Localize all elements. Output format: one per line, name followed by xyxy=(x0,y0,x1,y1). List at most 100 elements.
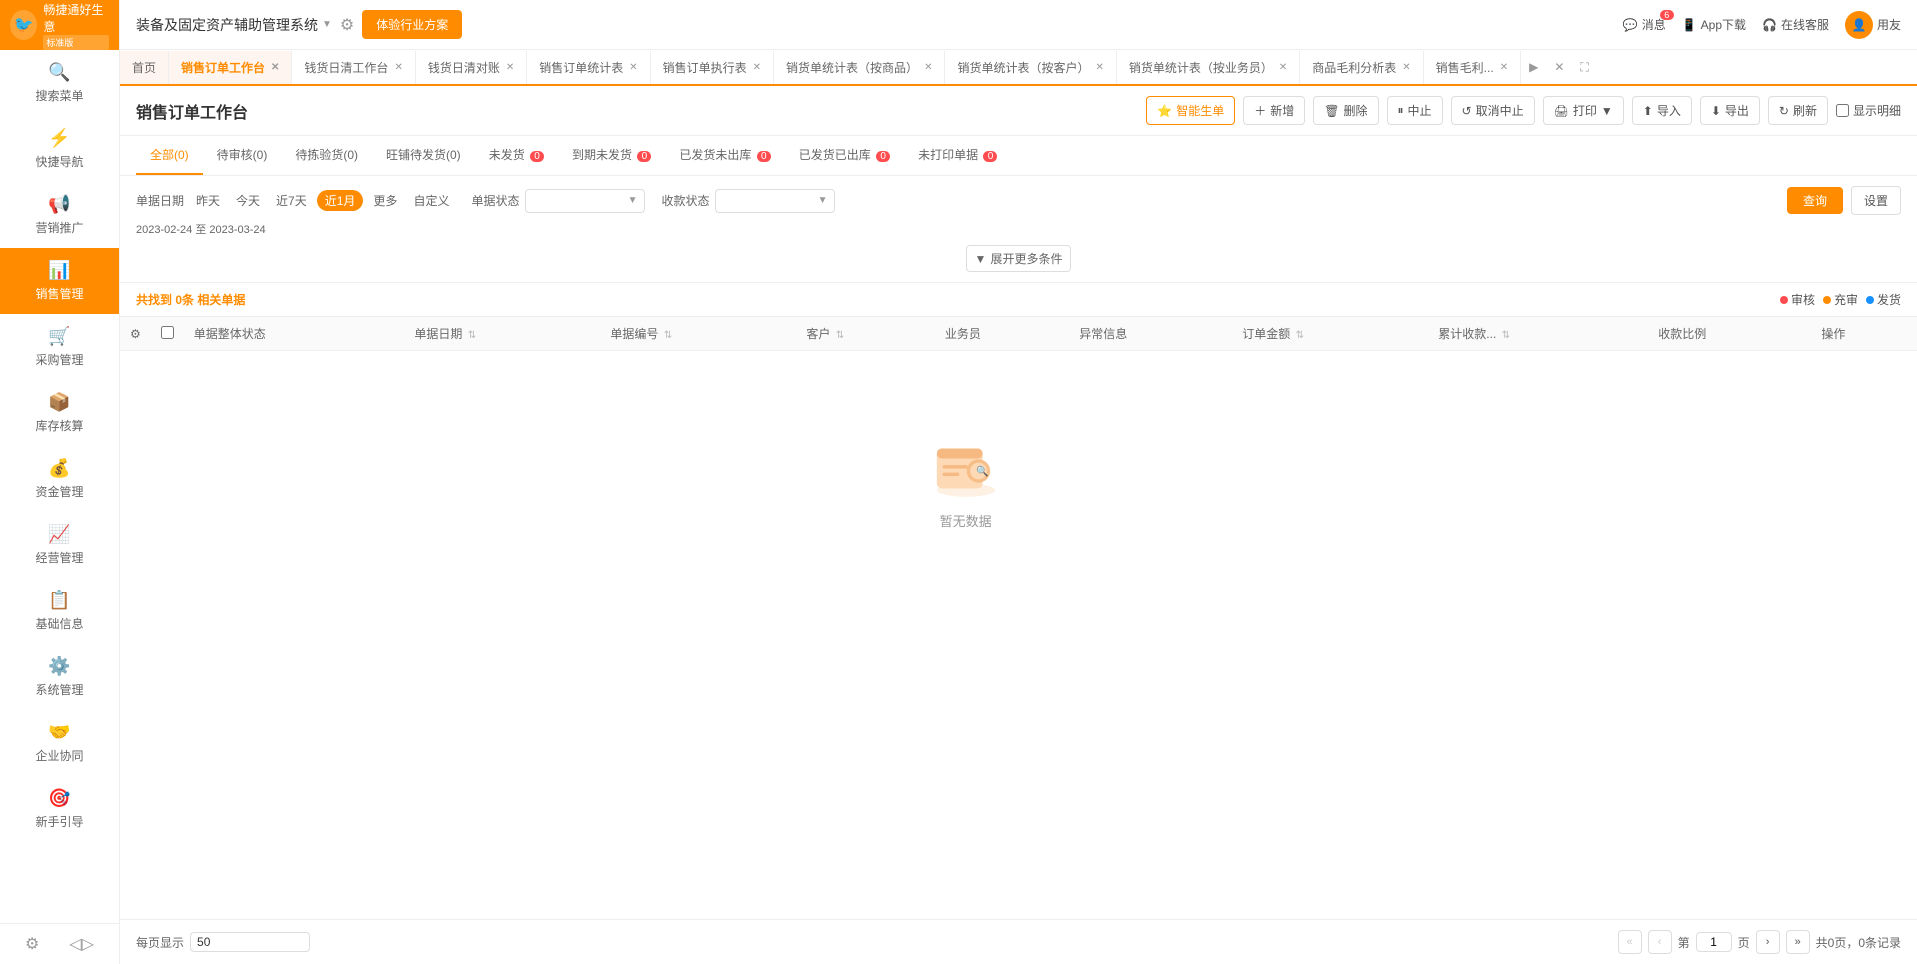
sub-tab-not-shipped[interactable]: 未发货 0 xyxy=(475,136,558,175)
delete-button[interactable]: 🗑 删除 xyxy=(1313,96,1378,125)
sidebar-item-quick-nav[interactable]: ⚡ 快捷导航 xyxy=(0,116,119,182)
expand-filter-wrap: ▼ 展开更多条件 xyxy=(136,245,1901,272)
sidebar-item-system[interactable]: ⚙️ 系统管理 xyxy=(0,644,119,710)
date-opt-today[interactable]: 今天 xyxy=(230,190,266,211)
message-btn[interactable]: 💬 消息 6 xyxy=(1623,16,1666,33)
close-tab-icon[interactable]: ✕ xyxy=(1095,62,1103,73)
solution-button[interactable]: 体验行业方案 xyxy=(362,10,462,39)
expand-btn-label: 展开更多条件 xyxy=(990,250,1062,267)
unreviewed-action-btn[interactable]: 充审 xyxy=(1823,291,1858,308)
tab-sales-summary-staff[interactable]: 销货单统计表（按业务员） ✕ xyxy=(1117,51,1300,84)
settings-footer-btn[interactable]: ⚙ xyxy=(25,934,39,954)
review-action-btn[interactable]: 审核 xyxy=(1780,291,1815,308)
online-service-btn[interactable]: 🎧 在线客服 xyxy=(1762,16,1829,33)
export-button[interactable]: ⬇ 导出 xyxy=(1700,96,1760,125)
add-button[interactable]: ＋ 新增 xyxy=(1243,96,1305,125)
close-tab-icon[interactable]: ✕ xyxy=(924,62,932,73)
close-tab-icon[interactable]: ✕ xyxy=(629,62,637,73)
user-btn[interactable]: 👤 用友 xyxy=(1845,11,1901,39)
sidebar-item-guide[interactable]: 🎯 新手引导 xyxy=(0,776,119,842)
sub-tab-wangpu[interactable]: 旺铺待发货(0) xyxy=(372,136,475,175)
cancel-stop-button[interactable]: ↺ 取消中止 xyxy=(1451,96,1535,125)
sidebar-item-enterprise[interactable]: 🤝 企业协同 xyxy=(0,710,119,776)
date-opt-1month[interactable]: 近1月 xyxy=(317,190,364,211)
tab-more-button[interactable]: ▶ xyxy=(1521,52,1546,82)
import-button[interactable]: ⬆ 导入 xyxy=(1632,96,1692,125)
smart-create-button[interactable]: ⭐ 智能生单 xyxy=(1146,96,1235,125)
date-opt-7days[interactable]: 近7天 xyxy=(270,190,313,211)
sidebar-item-label: 销售管理 xyxy=(35,285,83,302)
sub-tab-overdue[interactable]: 到期未发货 0 xyxy=(558,136,665,175)
sub-tab-pending-inspect[interactable]: 待拣验货(0) xyxy=(281,136,372,175)
tab-cash-reconcile[interactable]: 钱货日清对账 ✕ xyxy=(416,51,527,84)
sidebar-item-operation[interactable]: 📈 经营管理 xyxy=(0,512,119,578)
date-opt-custom[interactable]: 自定义 xyxy=(407,190,455,211)
close-tab-icon[interactable]: ✕ xyxy=(394,62,402,73)
app-download-btn[interactable]: 📱 App下载 xyxy=(1682,16,1746,33)
tab-cash-daily[interactable]: 钱货日清工作台 ✕ xyxy=(292,51,415,84)
sub-tab-shipped-out[interactable]: 已发货已出库 0 xyxy=(785,136,904,175)
date-opt-more[interactable]: 更多 xyxy=(367,190,403,211)
sidebar-item-sales[interactable]: 📊 销售管理 xyxy=(0,248,119,314)
next-page-button[interactable]: › xyxy=(1756,930,1780,954)
date-opt-yesterday[interactable]: 昨天 xyxy=(190,190,226,211)
finance-icon: 💰 xyxy=(48,458,70,479)
show-detail-input[interactable] xyxy=(1836,104,1849,117)
col-abnormal: 异常信息 xyxy=(1069,317,1232,351)
close-tab-icon[interactable]: ✕ xyxy=(506,62,514,73)
col-date[interactable]: 单据日期 ⇅ xyxy=(404,317,600,351)
expand-filter-button[interactable]: ▼ 展开更多条件 xyxy=(966,245,1072,272)
tab-sales-workbench[interactable]: 销售订单工作台 ✕ xyxy=(169,51,292,84)
refresh-button[interactable]: ↻ 刷新 xyxy=(1768,96,1828,125)
tab-home[interactable]: 首页 xyxy=(120,51,169,84)
sidebar-item-search[interactable]: 🔍 搜索菜单 xyxy=(0,50,119,116)
close-tab-icon[interactable]: ✕ xyxy=(753,62,761,73)
sidebar-item-purchase[interactable]: 🛒 采购管理 xyxy=(0,314,119,380)
sidebar-item-finance[interactable]: 💰 资金管理 xyxy=(0,446,119,512)
col-customer[interactable]: 客户 ⇅ xyxy=(796,317,934,351)
system-title-dropdown[interactable]: 装备及固定资产辅助管理系统 ▼ xyxy=(136,15,332,35)
sub-tab-shipped-not-out[interactable]: 已发货未出库 0 xyxy=(665,136,784,175)
status-select[interactable] xyxy=(525,189,645,213)
empty-illustration: 🔍 xyxy=(916,411,1016,511)
close-tab-icon[interactable]: ✕ xyxy=(1402,62,1410,73)
tab-sales-stat[interactable]: 销售订单统计表 ✕ xyxy=(527,51,650,84)
sub-tab-label: 已发货已出库 xyxy=(799,148,871,162)
ship-action-btn[interactable]: 发货 xyxy=(1866,291,1901,308)
stop-button[interactable]: ⏸ 中止 xyxy=(1387,96,1443,125)
close-tab-icon[interactable]: ✕ xyxy=(1279,62,1287,73)
sidebar-item-inventory[interactable]: 📦 库存核算 xyxy=(0,380,119,446)
tab-close-all-button[interactable]: ✕ xyxy=(1546,52,1572,82)
per-page-select[interactable]: 50 10 20 100 xyxy=(190,932,310,952)
collapse-btn[interactable]: ◁▷ xyxy=(69,934,94,954)
close-tab-icon[interactable]: ✕ xyxy=(1500,62,1508,73)
per-page-label: 每页显示 xyxy=(136,934,184,951)
filter-settings-button[interactable]: 设置 xyxy=(1851,186,1901,215)
last-page-button[interactable]: » xyxy=(1786,930,1810,954)
tab-sales-summary-customer[interactable]: 销货单统计表（按客户） ✕ xyxy=(945,51,1116,84)
prev-page-button[interactable]: ‹ xyxy=(1648,930,1672,954)
col-number[interactable]: 单据编号 ⇅ xyxy=(600,317,796,351)
tab-sales-summary-product[interactable]: 销货单统计表（按商品） ✕ xyxy=(774,51,945,84)
sub-tab-pending-review[interactable]: 待审核(0) xyxy=(203,136,282,175)
tab-sales-more[interactable]: 销售毛利... ✕ xyxy=(1424,51,1521,84)
sidebar-item-marketing[interactable]: 📢 营销推广 xyxy=(0,182,119,248)
sub-tab-all[interactable]: 全部(0) xyxy=(136,136,203,175)
sidebar-item-basic-info[interactable]: 📋 基础信息 xyxy=(0,578,119,644)
payment-select[interactable] xyxy=(715,189,835,213)
select-all-checkbox[interactable] xyxy=(161,326,174,339)
tab-sales-exec[interactable]: 销售订单执行表 ✕ xyxy=(651,51,774,84)
col-amount[interactable]: 订单金额 ⇅ xyxy=(1232,317,1428,351)
tab-expand-button[interactable]: ⛶ xyxy=(1572,52,1596,83)
sub-tab-not-printed[interactable]: 未打印单据 0 xyxy=(904,136,1011,175)
print-button[interactable]: 🖨 打印 ▼ xyxy=(1543,96,1624,125)
col-received[interactable]: 累计收款... ⇅ xyxy=(1428,317,1648,351)
per-page: 每页显示 50 10 20 100 xyxy=(136,932,310,952)
first-page-button[interactable]: « xyxy=(1618,930,1642,954)
topbar-gear-icon[interactable]: ⚙ xyxy=(340,15,354,35)
query-button[interactable]: 查询 xyxy=(1787,187,1843,214)
page-number-input[interactable] xyxy=(1696,932,1732,952)
close-tab-icon[interactable]: ✕ xyxy=(271,62,279,73)
show-detail-checkbox[interactable]: 显示明细 xyxy=(1836,102,1901,119)
tab-gross-profit[interactable]: 商品毛利分析表 ✕ xyxy=(1300,51,1423,84)
